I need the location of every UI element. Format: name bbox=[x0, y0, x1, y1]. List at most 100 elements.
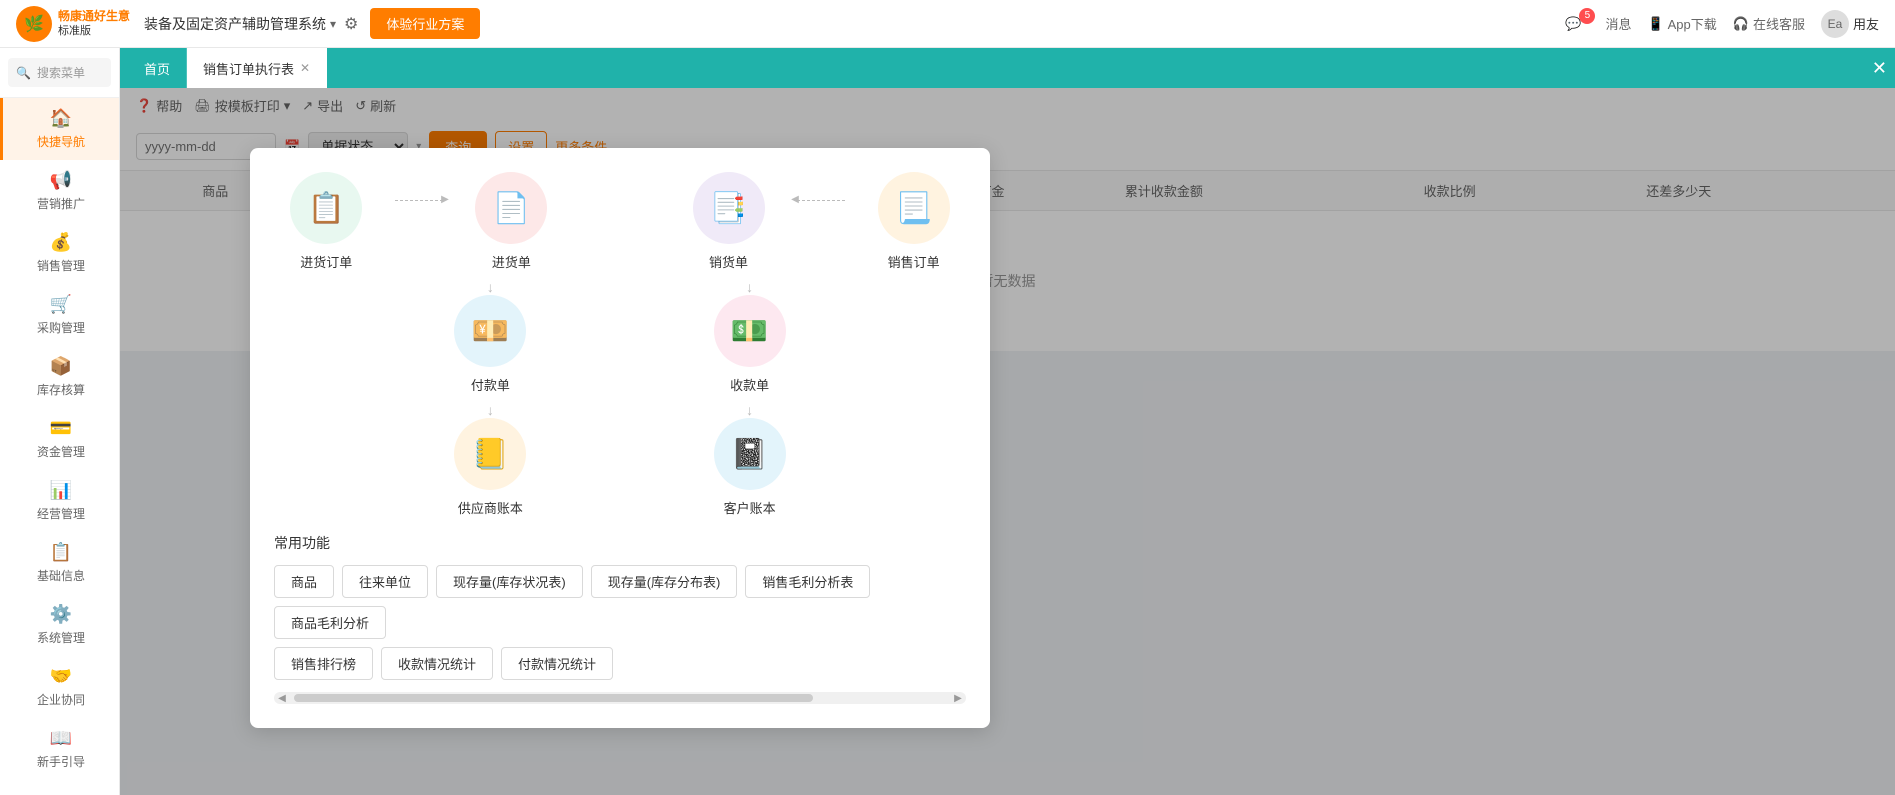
tab-home[interactable]: 首页 bbox=[128, 48, 187, 88]
sales-bill-circle: 📑 bbox=[693, 172, 765, 244]
marketing-icon: 📢 bbox=[50, 170, 72, 191]
page-content: ❓ 帮助 🖨 按模板打印 ▾ ↗ 导出 ↺ 刷新 bbox=[120, 88, 1895, 795]
func-buttons-row2: 销售排行榜 收款情况统计 付款情况统计 bbox=[274, 647, 966, 680]
mobile-icon: 📱 bbox=[1647, 16, 1663, 32]
row2-col4: ↓ 💵 收款单 bbox=[714, 279, 786, 394]
sales-bill-icon: 📑 bbox=[710, 191, 747, 226]
flow-node-purchase-order[interactable]: 📋 进货订单 bbox=[290, 172, 362, 271]
func-btn-stock-dist[interactable]: 现存量(库存分布表) bbox=[591, 565, 738, 598]
flow-row-2: ↓ 💴 付款单 ↓ bbox=[274, 279, 966, 394]
message-badge: 5 bbox=[1579, 8, 1595, 24]
flow-node-supplier-ledger[interactable]: 📒 供应商账本 bbox=[454, 418, 526, 517]
guide-icon: 📖 bbox=[50, 728, 72, 749]
func-btn-product[interactable]: 商品 bbox=[274, 565, 334, 598]
collab-icon: 🤝 bbox=[50, 666, 72, 687]
func-btn-product-margin[interactable]: 商品毛利分析 bbox=[274, 606, 386, 639]
sidebar-item-inventory[interactable]: 📦 库存核算 bbox=[0, 346, 119, 408]
purchase-bill-circle: 📄 bbox=[475, 172, 547, 244]
row3-col4: ↓ 📓 客户账本 bbox=[714, 402, 786, 517]
settings-btn[interactable]: ⚙ bbox=[344, 14, 358, 34]
sidebar-item-marketing[interactable]: 📢 营销推广 bbox=[0, 160, 119, 222]
sidebar-item-finance[interactable]: 💳 资金管理 bbox=[0, 408, 119, 470]
flow-node-customer-ledger[interactable]: 📓 客户账本 bbox=[714, 418, 786, 517]
sidebar-item-purchase[interactable]: 🛒 采购管理 bbox=[0, 284, 119, 346]
flow-node-sales-bill[interactable]: 📑 销货单 bbox=[693, 172, 765, 271]
sidebar-item-basic-info[interactable]: 📋 基础信息 bbox=[0, 532, 119, 594]
sidebar-item-sales[interactable]: 💰 销售管理 bbox=[0, 222, 119, 284]
flow-node-receipt[interactable]: 💵 收款单 bbox=[714, 295, 786, 394]
scroll-left-btn[interactable]: ◀ bbox=[274, 692, 290, 704]
main-layout: 🔍 搜索菜单 🏠 快捷导航 📢 营销推广 💰 销售管理 🛒 采购管理 bbox=[0, 48, 1895, 795]
supplier-ledger-circle: 📒 bbox=[454, 418, 526, 490]
func-btn-stock-status[interactable]: 现存量(库存状况表) bbox=[436, 565, 583, 598]
sidebar-item-guide[interactable]: 📖 新手引导 bbox=[0, 718, 119, 780]
tab-sales-order[interactable]: 销售订单执行表 ✕ bbox=[187, 48, 327, 88]
sales-order-circle: 📃 bbox=[878, 172, 950, 244]
search-menu-btn[interactable]: 🔍 搜索菜单 bbox=[8, 58, 111, 87]
purchase-bill-label: 进货单 bbox=[492, 252, 531, 271]
common-func-title: 常用功能 bbox=[274, 533, 966, 553]
avatar: Ea bbox=[1821, 10, 1849, 38]
purchase-order-label: 进货订单 bbox=[300, 252, 352, 271]
sales-order-label: 销售订单 bbox=[888, 252, 940, 271]
online-service-btn[interactable]: 🎧 在线客服 bbox=[1733, 14, 1805, 33]
tab-close-btn[interactable]: ✕ bbox=[300, 61, 310, 75]
message-btn[interactable]: 💬 5 消息 bbox=[1565, 14, 1631, 33]
flow-node-purchase-bill[interactable]: 📄 进货单 bbox=[475, 172, 547, 271]
user-area[interactable]: Ea 用友 bbox=[1821, 10, 1879, 38]
sales-order-icon: 📃 bbox=[895, 191, 932, 226]
purchase-bill-icon: 📄 bbox=[493, 191, 530, 226]
modal-box: 📋 进货订单 ▶ 📄 bbox=[250, 148, 990, 728]
func-btn-payment-stats[interactable]: 付款情况统计 bbox=[501, 647, 613, 680]
func-btn-sales-rank[interactable]: 销售排行榜 bbox=[274, 647, 373, 680]
sidebar-item-system[interactable]: ⚙️ 系统管理 bbox=[0, 594, 119, 656]
purchase-icon: 🛒 bbox=[50, 294, 72, 315]
modal-scrollbar[interactable]: ◀ ▶ bbox=[274, 692, 966, 704]
logo-icon: 🌿 bbox=[16, 6, 52, 42]
func-btn-receipt-stats[interactable]: 收款情况统计 bbox=[381, 647, 493, 680]
user-name: 用友 bbox=[1853, 14, 1879, 33]
flow-node-sales-order[interactable]: 📃 销售订单 bbox=[878, 172, 950, 271]
arrow-down-receipt: ↓ bbox=[746, 402, 753, 418]
func-btn-sales-margin[interactable]: 销售毛利分析表 bbox=[745, 565, 870, 598]
app-download-btn[interactable]: 📱 App下载 bbox=[1647, 14, 1716, 33]
customer-ledger-circle: 📓 bbox=[714, 418, 786, 490]
logo-text: 畅康通好生意 标准版 bbox=[58, 9, 130, 39]
sidebar-item-collab[interactable]: 🤝 企业协同 bbox=[0, 656, 119, 718]
experience-btn[interactable]: 体验行业方案 bbox=[370, 8, 480, 39]
top-header: 🌿 畅康通好生意 标准版 装备及固定资产辅助管理系统 ▾ ⚙ 体验行业方案 💬 … bbox=[0, 0, 1895, 48]
arrow-down-purchasebill: ↓ bbox=[487, 279, 494, 295]
sidebar-nav: 🏠 快捷导航 📢 营销推广 💰 销售管理 🛒 采购管理 📦 库存核算 💳 bbox=[0, 98, 119, 795]
modal-overlay: 📋 进货订单 ▶ 📄 bbox=[120, 88, 1895, 795]
purchase-order-circle: 📋 bbox=[290, 172, 362, 244]
system-dropdown-btn[interactable]: ▾ bbox=[330, 17, 336, 31]
inventory-icon: 📦 bbox=[50, 356, 72, 377]
scroll-thumb[interactable] bbox=[294, 694, 813, 702]
sidebar-item-quick-nav[interactable]: 🏠 快捷导航 bbox=[0, 98, 119, 160]
home-icon: 🏠 bbox=[50, 108, 72, 129]
arrow-down-payment: ↓ bbox=[487, 402, 494, 418]
scroll-right-btn[interactable]: ▶ bbox=[950, 692, 966, 704]
supplier-ledger-label: 供应商账本 bbox=[458, 498, 523, 517]
window-close-btn[interactable]: ✕ bbox=[1872, 58, 1887, 79]
flow-row-1: 📋 进货订单 ▶ 📄 bbox=[274, 172, 966, 271]
supplier-ledger-icon: 📒 bbox=[472, 437, 509, 472]
finance-icon: 💳 bbox=[50, 418, 72, 439]
operations-icon: 📊 bbox=[50, 480, 72, 501]
system-icon: ⚙️ bbox=[50, 604, 72, 625]
sales-bill-label: 销货单 bbox=[709, 252, 748, 271]
common-functions-section: 常用功能 商品 往来单位 现存量(库存状况表) 现存量(库存分布表) 销售毛利分… bbox=[274, 533, 966, 680]
arrow-down-salesbill: ↓ bbox=[746, 279, 753, 295]
row2-col2: ↓ 💴 付款单 bbox=[454, 279, 526, 394]
flow-node-payment[interactable]: 💴 付款单 bbox=[454, 295, 526, 394]
payment-circle: 💴 bbox=[454, 295, 526, 367]
arrow-purchase-to-purchasebill: ▶ bbox=[395, 200, 443, 201]
headset-icon: 🎧 bbox=[1733, 16, 1749, 32]
customer-ledger-icon: 📓 bbox=[731, 437, 768, 472]
func-btn-partner[interactable]: 往来单位 bbox=[342, 565, 428, 598]
content-area: 首页 销售订单执行表 ✕ ✕ ❓ 帮助 🖨 按模板打印 ▾ bbox=[120, 48, 1895, 795]
sidebar: 🔍 搜索菜单 🏠 快捷导航 📢 营销推广 💰 销售管理 🛒 采购管理 bbox=[0, 48, 120, 795]
search-icon: 🔍 bbox=[16, 66, 31, 80]
sidebar-item-operations[interactable]: 📊 经营管理 bbox=[0, 470, 119, 532]
basic-info-icon: 📋 bbox=[50, 542, 72, 563]
